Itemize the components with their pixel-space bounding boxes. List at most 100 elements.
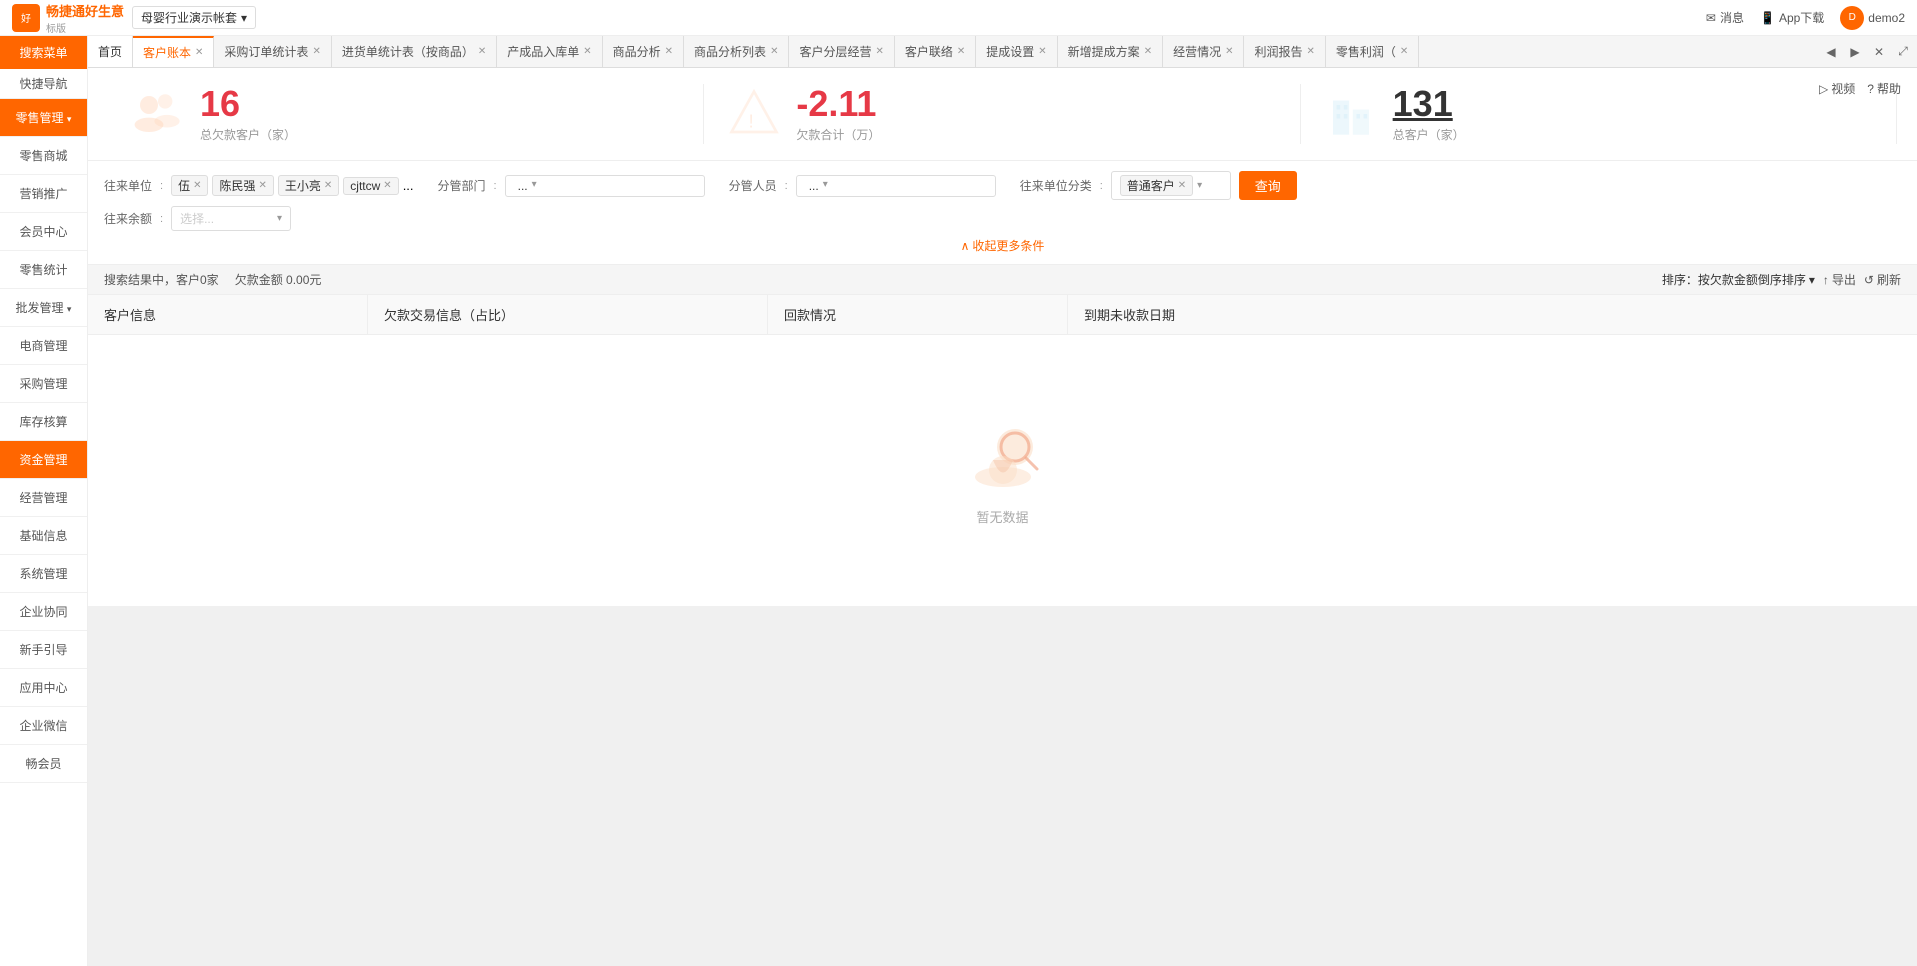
- tab-close-icon-3[interactable]: ✕: [478, 46, 486, 57]
- sidebar-item-guide[interactable]: 新手引导: [0, 631, 87, 669]
- tag-cjttcw-close[interactable]: ✕: [383, 180, 391, 191]
- sidebar-item-app-center[interactable]: 应用中心: [0, 669, 87, 707]
- tag-wang[interactable]: 王小亮 ✕: [278, 175, 339, 196]
- tab-close-icon-13[interactable]: ✕: [1400, 46, 1408, 57]
- tab-customer-segment[interactable]: 客户分层经营 ✕: [789, 36, 894, 67]
- sidebar-item-marketing[interactable]: 营销推广: [0, 175, 87, 213]
- sidebar-item-system[interactable]: 系统管理: [0, 555, 87, 593]
- sidebar-item-operation[interactable]: 经营管理: [0, 479, 87, 517]
- unit-type-tag[interactable]: 普通客户 ✕: [1120, 175, 1193, 196]
- filter-row-1: 往来单位 : 伍 ✕ 陈民强 ✕ 王小亮 ✕: [104, 171, 1901, 200]
- dept-select[interactable]: ... ▾: [505, 175, 705, 197]
- tab-next-button[interactable]: ▶: [1845, 42, 1865, 62]
- tag-wu-close[interactable]: ✕: [193, 180, 201, 191]
- help-button[interactable]: ? 帮助: [1867, 80, 1901, 97]
- store-name: 母婴行业演示帐套: [141, 9, 237, 26]
- search-result-text: 搜索结果中，客户0家: [104, 271, 219, 288]
- stat-total-info: 16 总欠款客户（家）: [200, 86, 296, 143]
- messages-button[interactable]: ✉ 消息: [1706, 9, 1744, 26]
- tab-goods-analysis-list[interactable]: 商品分析列表 ✕: [684, 36, 789, 67]
- result-bar: 搜索结果中，客户0家 欠款金额 0.00元 排序：按欠款金额倒序排序 ▾ ↑ 导…: [88, 265, 1917, 295]
- tag-chen[interactable]: 陈民强 ✕: [212, 175, 273, 196]
- sidebar-item-wechat[interactable]: 企业微信: [0, 707, 87, 745]
- tab-home-label: 首页: [98, 43, 122, 60]
- sidebar-item-inventory[interactable]: 库存核算: [0, 403, 87, 441]
- tab-maximize-button[interactable]: ⤢: [1893, 42, 1913, 62]
- quick-nav[interactable]: 快捷导航: [0, 69, 87, 99]
- tab-goods-analysis[interactable]: 商品分析 ✕: [603, 36, 684, 67]
- tab-close-icon-4[interactable]: ✕: [583, 46, 591, 57]
- tab-customer-contact[interactable]: 客户联络 ✕: [895, 36, 976, 67]
- tab-profit-report[interactable]: 利润报告 ✕: [1244, 36, 1325, 67]
- tab-operations[interactable]: 经营情况 ✕: [1163, 36, 1244, 67]
- collapse-button[interactable]: ∧ 收起更多条件: [961, 237, 1045, 254]
- stats-area: 16 总欠款客户（家） ! -2.11 欠款合计（万）: [88, 68, 1917, 161]
- stat-total-all: 131 总客户（家）: [1301, 84, 1897, 144]
- tab-close-icon-5[interactable]: ✕: [665, 46, 673, 57]
- sidebar-item-vip[interactable]: 畅会员: [0, 745, 87, 783]
- col-debt-info: 欠款交易信息（占比）: [368, 295, 768, 334]
- tag-cjttcw[interactable]: cjttcw ✕: [343, 177, 398, 195]
- person-label: 分管人员: [729, 177, 777, 194]
- video-button[interactable]: ▷ 视频: [1819, 80, 1855, 97]
- sidebar-item-member[interactable]: 会员中心: [0, 213, 87, 251]
- person-select[interactable]: ... ▾: [796, 175, 996, 197]
- sort-select[interactable]: 排序：按欠款金额倒序排序 ▾: [1662, 271, 1815, 288]
- user-menu[interactable]: D demo2: [1840, 6, 1905, 30]
- tag-wang-close[interactable]: ✕: [324, 180, 332, 191]
- tab-home[interactable]: 首页: [88, 36, 133, 67]
- tab-new-promo[interactable]: 新增提成方案 ✕: [1058, 36, 1163, 67]
- store-selector[interactable]: 母婴行业演示帐套 ▾: [132, 6, 256, 29]
- more-tags-button[interactable]: ...: [403, 178, 414, 193]
- sidebar-item-retail-stats[interactable]: 零售统计: [0, 251, 87, 289]
- tag-wu[interactable]: 伍 ✕: [171, 175, 208, 196]
- query-button[interactable]: 查询: [1239, 171, 1297, 200]
- sidebar-search[interactable]: 搜索菜单: [0, 36, 87, 69]
- unit-type-close[interactable]: ✕: [1178, 180, 1186, 191]
- tab-prev-button[interactable]: ◀: [1821, 42, 1841, 62]
- tab-purchase-order[interactable]: 采购订单统计表 ✕: [214, 36, 331, 67]
- tab-close-icon-8[interactable]: ✕: [957, 46, 965, 57]
- tab-production[interactable]: 产成品入库单 ✕: [497, 36, 602, 67]
- tab-close-icon-6[interactable]: ✕: [770, 46, 778, 57]
- sidebar-item-ecommerce[interactable]: 电商管理: [0, 327, 87, 365]
- tag-chen-close[interactable]: ✕: [259, 180, 267, 191]
- tab-customer-ledger-label: 客户账本: [143, 44, 191, 61]
- sidebar-item-basic-info[interactable]: 基础信息: [0, 517, 87, 555]
- tab-close-icon-9[interactable]: ✕: [1038, 46, 1046, 57]
- tab-promo-settings[interactable]: 提成设置 ✕: [976, 36, 1057, 67]
- messages-label: 消息: [1720, 9, 1744, 26]
- tab-close-icon-7[interactable]: ✕: [875, 46, 883, 57]
- sidebar-item-retail-mgmt[interactable]: 零售管理 ▾: [0, 99, 87, 137]
- tab-goods-stats[interactable]: 进货单统计表（按商品） ✕: [332, 36, 497, 67]
- tab-close-icon-2[interactable]: ✕: [312, 46, 320, 57]
- tab-customer-ledger[interactable]: 客户账本 ✕: [133, 36, 214, 67]
- sidebar-item-purchase[interactable]: 采购管理: [0, 365, 87, 403]
- sidebar-item-enterprise[interactable]: 企业协同: [0, 593, 87, 631]
- tab-close-icon-11[interactable]: ✕: [1225, 46, 1233, 57]
- vip-label: 畅会员: [25, 757, 61, 771]
- sidebar-item-wholesale[interactable]: 批发管理 ▾: [0, 289, 87, 327]
- sidebar-item-retail-mall[interactable]: 零售商城: [0, 137, 87, 175]
- stat-debt-info: -2.11 欠款合计（万）: [796, 86, 880, 143]
- unit-type-select[interactable]: 普通客户 ✕ ▾: [1111, 171, 1231, 200]
- total-customers-value: 16: [200, 86, 296, 122]
- logo-title: 畅捷通好生意: [46, 1, 124, 20]
- tab-retail-profit[interactable]: 零售利润（ ✕: [1326, 36, 1419, 67]
- export-button[interactable]: ↑ 导出: [1823, 271, 1856, 288]
- tab-goods-list-label: 商品分析列表: [694, 43, 766, 60]
- app-download-button[interactable]: 📱 App下载: [1760, 9, 1824, 26]
- balance-select[interactable]: 选择... ▾: [171, 206, 291, 231]
- logo-area: 好 畅捷通好生意 标版: [12, 1, 124, 35]
- debt-amount-text: 欠款金额 0.00元: [235, 271, 322, 288]
- tab-close-icon-12[interactable]: ✕: [1307, 46, 1315, 57]
- page-content: 16 总欠款客户（家） ! -2.11 欠款合计（万）: [88, 68, 1917, 966]
- sidebar-item-finance[interactable]: 资金管理: [0, 441, 87, 479]
- tab-goods-stats-label: 进货单统计表（按商品）: [342, 43, 474, 60]
- refresh-button[interactable]: ↺ 刷新: [1864, 271, 1901, 288]
- tab-close-icon-10[interactable]: ✕: [1144, 46, 1152, 57]
- unit-label: 往来单位: [104, 177, 152, 194]
- tab-close-icon[interactable]: ✕: [195, 47, 203, 58]
- tab-close-all-button[interactable]: ✕: [1869, 42, 1889, 62]
- unit-type-label: 往来单位分类: [1020, 177, 1092, 194]
